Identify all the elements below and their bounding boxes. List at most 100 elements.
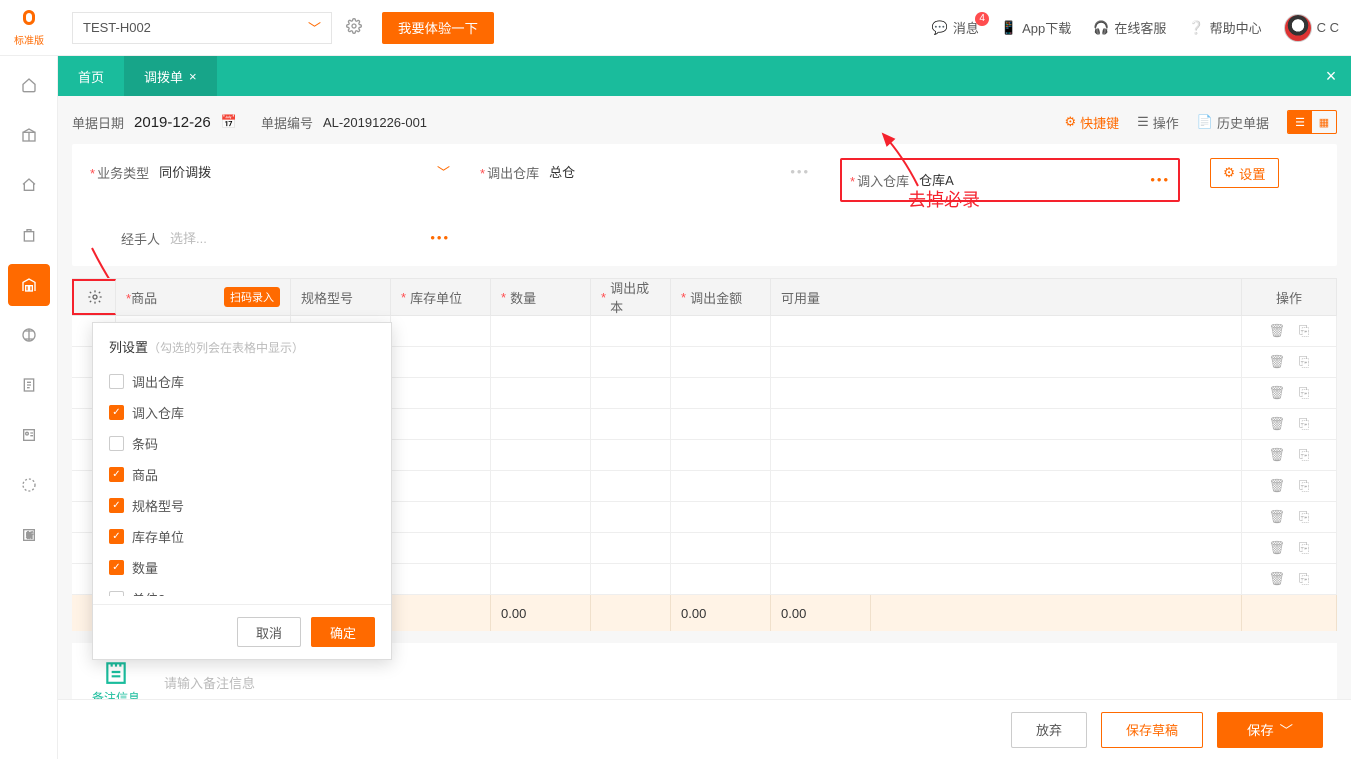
column-option[interactable]: ✓规格型号 — [109, 490, 375, 521]
view-list-icon[interactable]: ☰ — [1288, 111, 1312, 133]
remark-input[interactable]: 请输入备注信息 — [164, 673, 1317, 692]
close-all-tabs[interactable]: × — [1311, 56, 1351, 96]
delete-icon[interactable]: 🗑 — [1269, 571, 1286, 587]
nav-settings[interactable] — [8, 464, 50, 506]
delete-icon[interactable]: 🗑 — [1269, 416, 1286, 432]
nav-home[interactable] — [8, 64, 50, 106]
avatar — [1284, 14, 1312, 42]
main-area: 首页 调拨单 × × 单据日期 2019-12-26 📅 单据编号 AL-201… — [58, 56, 1351, 759]
calendar-icon[interactable]: 📅 — [221, 114, 237, 130]
message-badge: 4 — [975, 12, 989, 26]
th-amount: *调出金额 — [671, 279, 771, 315]
copy-icon[interactable]: ⎘ — [1299, 323, 1309, 339]
list-icon: ☰ — [1137, 114, 1149, 130]
nav-inventory[interactable] — [8, 264, 50, 306]
header-fields-card: *业务类型 同价调拨﹀ *调出仓库 总仓••• *调入仓库 仓库A••• ⚙设置… — [72, 144, 1337, 266]
column-option[interactable]: 调出仓库 — [109, 366, 375, 397]
checkbox-icon — [109, 436, 124, 451]
brand-edition: 标准版 — [14, 32, 44, 47]
help-center-link[interactable]: ❔ 帮助中心 — [1188, 18, 1261, 37]
column-option[interactable]: ✓商品 — [109, 459, 375, 490]
history-link[interactable]: 📄历史单据 — [1197, 113, 1269, 132]
docno-label: 单据编号 — [261, 113, 313, 132]
close-icon[interactable]: × — [189, 69, 197, 84]
nav-basic[interactable] — [8, 414, 50, 456]
column-option[interactable]: ✓调入仓库 — [109, 397, 375, 428]
app-download-link[interactable]: 📱 App下载 — [1001, 18, 1071, 37]
column-option-list: 调出仓库✓调入仓库条码✓商品✓规格型号✓库存单位✓数量单位2 — [93, 366, 391, 596]
headset-icon: 🎧 — [1093, 20, 1109, 36]
settings-button[interactable]: ⚙设置 — [1210, 158, 1279, 188]
checkbox-icon — [109, 374, 124, 389]
chevron-down-icon: ﹀ — [308, 18, 321, 37]
delete-icon[interactable]: 🗑 — [1269, 447, 1286, 463]
confirm-button[interactable]: 确定 — [311, 617, 375, 647]
copy-icon[interactable]: ⎘ — [1299, 354, 1309, 370]
sum-qty: 0.00 — [491, 595, 591, 631]
column-settings-button[interactable] — [72, 279, 116, 315]
history-icon: 📄 — [1197, 114, 1213, 130]
th-product: *商品扫码录入 — [116, 279, 291, 315]
nav-gift[interactable] — [8, 114, 50, 156]
tab-transfer[interactable]: 调拨单 × — [124, 56, 217, 96]
operate-link[interactable]: ☰操作 — [1137, 113, 1179, 132]
column-option[interactable]: ✓库存单位 — [109, 521, 375, 552]
copy-icon[interactable]: ⎘ — [1299, 540, 1309, 556]
field-biz-type[interactable]: *业务类型 同价调拨﹀ — [90, 158, 450, 186]
delete-icon[interactable]: 🗑 — [1269, 509, 1286, 525]
delete-icon[interactable]: 🗑 — [1269, 540, 1286, 556]
copy-icon[interactable]: ⎘ — [1299, 509, 1309, 525]
column-option[interactable]: 单位2 — [109, 583, 375, 596]
top-right-nav: 💬 消息 4 📱 App下载 🎧 在线客服 ❔ 帮助中心 C C — [932, 14, 1339, 42]
cancel-button[interactable]: 取消 — [237, 617, 301, 647]
delete-icon[interactable]: 🗑 — [1269, 478, 1286, 494]
field-out-warehouse[interactable]: *调出仓库 总仓••• — [480, 158, 810, 186]
user-menu[interactable]: C C — [1284, 14, 1339, 42]
sum-cost: 0.00 — [671, 595, 771, 631]
docno-value: AL-20191226-001 — [323, 115, 427, 130]
date-value[interactable]: 2019-12-26 — [134, 114, 211, 131]
nav-sales[interactable] — [8, 214, 50, 256]
gear-icon[interactable] — [346, 18, 362, 37]
tab-home[interactable]: 首页 — [58, 56, 124, 96]
th-op: 操作 — [1242, 279, 1337, 315]
save-draft-button[interactable]: 保存草稿 — [1101, 712, 1203, 748]
scan-input-button[interactable]: 扫码录入 — [224, 287, 280, 307]
save-button[interactable]: 保存﹀ — [1217, 712, 1323, 748]
delete-icon[interactable]: 🗑 — [1269, 354, 1286, 370]
doc-info-row: 单据日期 2019-12-26 📅 单据编号 AL-20191226-001 ⚙… — [72, 110, 1337, 134]
copy-icon[interactable]: ⎘ — [1299, 478, 1309, 494]
view-grid-icon[interactable]: ▦ — [1312, 111, 1336, 133]
nav-purchase[interactable] — [8, 164, 50, 206]
shortcut-link[interactable]: ⚙快捷键 — [1064, 113, 1119, 132]
column-option[interactable]: 条码 — [109, 428, 375, 459]
brand-logo: 标准版 — [0, 8, 58, 47]
org-selector[interactable]: TEST-H002 ﹀ — [72, 12, 332, 44]
field-in-warehouse[interactable]: *调入仓库 仓库A••• — [840, 158, 1180, 202]
chevron-down-icon[interactable]: ﹀ — [437, 162, 450, 181]
more-icon[interactable]: ••• — [430, 230, 450, 245]
delete-icon[interactable]: 🗑 — [1269, 385, 1286, 401]
trial-button[interactable]: 我要体验一下 — [382, 12, 494, 44]
nav-new[interactable]: 新 — [8, 514, 50, 556]
view-toggle[interactable]: ☰ ▦ — [1287, 110, 1337, 134]
copy-icon[interactable]: ⎘ — [1299, 571, 1309, 587]
customer-service-link[interactable]: 🎧 在线客服 — [1093, 18, 1166, 37]
delete-icon[interactable]: 🗑 — [1269, 323, 1286, 339]
phone-icon: 📱 — [1001, 20, 1017, 36]
nav-finance[interactable] — [8, 314, 50, 356]
gear-icon: ⚙ — [1223, 165, 1235, 181]
content: 单据日期 2019-12-26 📅 单据编号 AL-20191226-001 ⚙… — [58, 96, 1351, 699]
nav-report[interactable] — [8, 364, 50, 406]
more-icon[interactable]: ••• — [1150, 172, 1170, 187]
copy-icon[interactable]: ⎘ — [1299, 416, 1309, 432]
column-option[interactable]: ✓数量 — [109, 552, 375, 583]
key-icon: ⚙ — [1064, 114, 1076, 130]
field-handler[interactable]: 经手人 选择...••• — [90, 224, 450, 252]
copy-icon[interactable]: ⎘ — [1299, 385, 1309, 401]
messages-link[interactable]: 💬 消息 4 — [932, 18, 979, 37]
date-label: 单据日期 — [72, 113, 124, 132]
copy-icon[interactable]: ⎘ — [1299, 447, 1309, 463]
discard-button[interactable]: 放弃 — [1011, 712, 1087, 748]
more-icon[interactable]: ••• — [790, 164, 810, 179]
